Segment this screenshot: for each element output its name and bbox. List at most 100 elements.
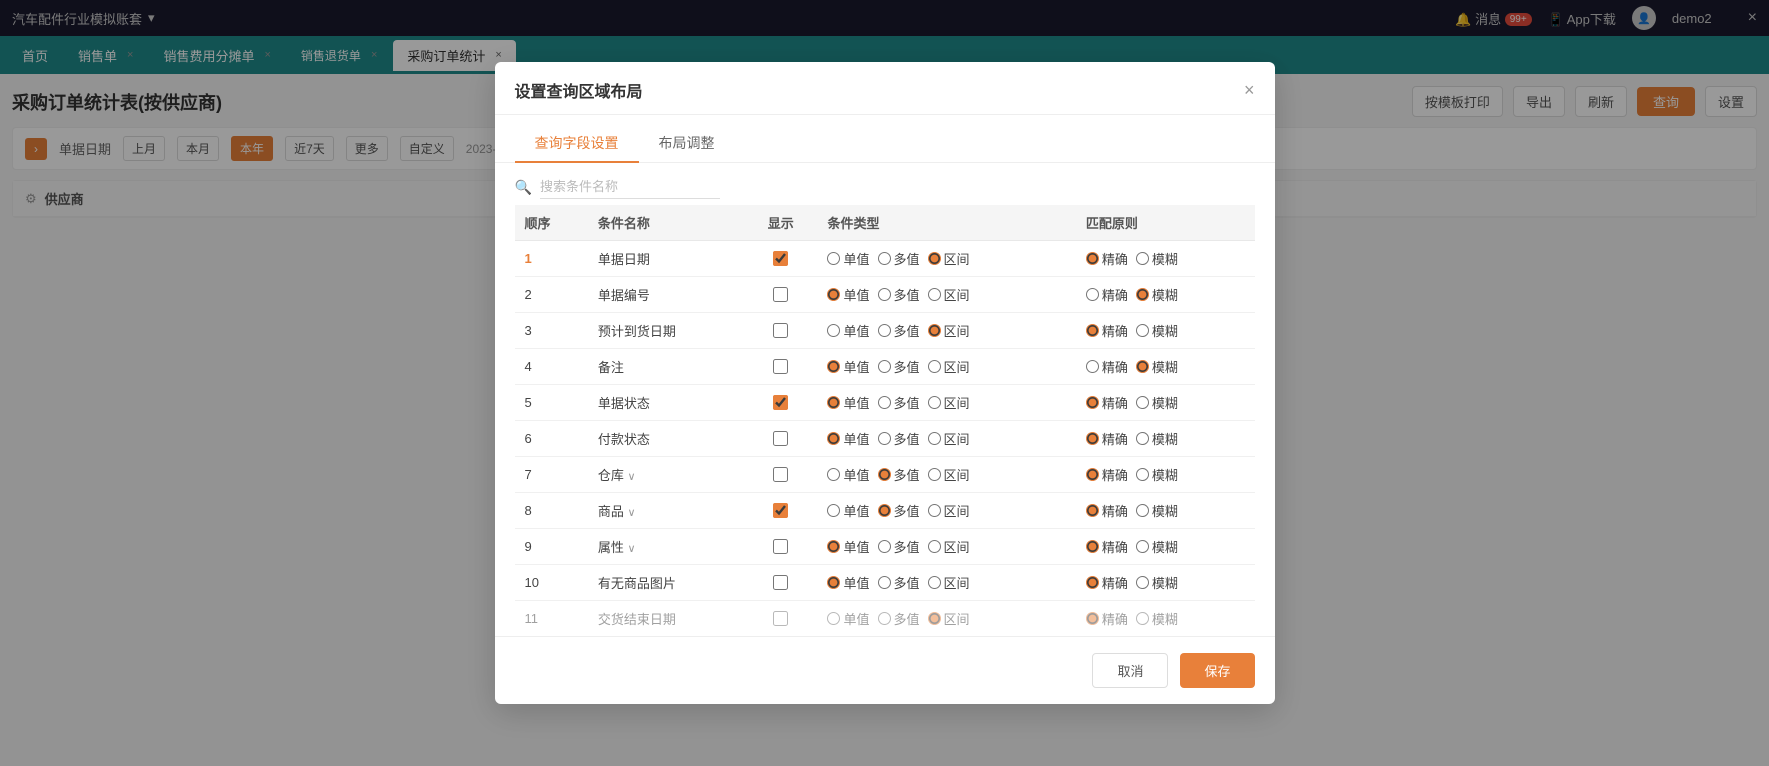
match-exact-radio[interactable] xyxy=(1086,540,1099,553)
display-checkbox[interactable] xyxy=(773,359,788,374)
match-fuzzy-radio[interactable] xyxy=(1136,612,1149,625)
row-order: 2 xyxy=(515,277,588,313)
type-range-radio[interactable] xyxy=(928,324,941,337)
display-checkbox[interactable] xyxy=(773,575,788,590)
match-exact-radio[interactable] xyxy=(1086,612,1099,625)
search-condition-input[interactable] xyxy=(540,175,720,199)
dialog-tab-layout[interactable]: 布局调整 xyxy=(639,125,735,163)
row-condition-type: 单值多值区间 xyxy=(817,529,1075,565)
type-single-radio[interactable] xyxy=(827,252,840,265)
type-multi-radio[interactable] xyxy=(878,396,891,409)
type-range-radio[interactable] xyxy=(928,288,941,301)
row-condition-type: 单值多值区间 xyxy=(817,349,1075,385)
display-checkbox[interactable] xyxy=(773,251,788,266)
type-single-radio[interactable] xyxy=(827,468,840,481)
row-match-principle: 精确模糊 xyxy=(1076,529,1255,565)
match-fuzzy-radio[interactable] xyxy=(1136,504,1149,517)
match-exact-radio[interactable] xyxy=(1086,504,1099,517)
type-multi-radio[interactable] xyxy=(878,360,891,373)
match-exact-radio[interactable] xyxy=(1086,288,1099,301)
row-order: 3 xyxy=(515,313,588,349)
table-row: 3预计到货日期单值多值区间精确模糊 xyxy=(515,313,1255,349)
row-order: 11 xyxy=(515,601,588,637)
match-fuzzy-radio[interactable] xyxy=(1136,360,1149,373)
row-display-checkbox-cell xyxy=(744,493,817,529)
row-order: 6 xyxy=(515,421,588,457)
table-row: 6付款状态单值多值区间精确模糊 xyxy=(515,421,1255,457)
match-fuzzy-radio[interactable] xyxy=(1136,288,1149,301)
match-exact-radio[interactable] xyxy=(1086,360,1099,373)
table-row: 11交货结束日期单值多值区间精确模糊 xyxy=(515,601,1255,637)
row-condition-type: 单值多值区间 xyxy=(817,457,1075,493)
type-single-radio[interactable] xyxy=(827,612,840,625)
match-exact-radio[interactable] xyxy=(1086,468,1099,481)
display-checkbox[interactable] xyxy=(773,323,788,338)
type-range-radio[interactable] xyxy=(928,252,941,265)
row-display-checkbox-cell xyxy=(744,457,817,493)
row-display-checkbox-cell xyxy=(744,349,817,385)
row-match-principle: 精确模糊 xyxy=(1076,421,1255,457)
match-fuzzy-radio[interactable] xyxy=(1136,468,1149,481)
row-condition-type: 单值多值区间 xyxy=(817,601,1075,637)
display-checkbox[interactable] xyxy=(773,467,788,482)
type-multi-radio[interactable] xyxy=(878,432,891,445)
match-exact-radio[interactable] xyxy=(1086,252,1099,265)
match-fuzzy-radio[interactable] xyxy=(1136,540,1149,553)
type-single-radio[interactable] xyxy=(827,504,840,517)
type-multi-radio[interactable] xyxy=(878,612,891,625)
type-multi-radio[interactable] xyxy=(878,288,891,301)
type-range-radio[interactable] xyxy=(928,360,941,373)
row-display-checkbox-cell xyxy=(744,385,817,421)
row-condition-name: 仓库 ∨ xyxy=(588,457,744,493)
type-multi-radio[interactable] xyxy=(878,576,891,589)
match-fuzzy-radio[interactable] xyxy=(1136,576,1149,589)
row-match-principle: 精确模糊 xyxy=(1076,565,1255,601)
match-fuzzy-radio[interactable] xyxy=(1136,324,1149,337)
modal-overlay: 设置查询区域布局 × 查询字段设置 布局调整 🔍 顺序 条件名称 显示 条件类型 xyxy=(0,0,1769,766)
type-range-radio[interactable] xyxy=(928,540,941,553)
dialog-tabs: 查询字段设置 布局调整 xyxy=(495,115,1275,163)
display-checkbox[interactable] xyxy=(773,539,788,554)
row-match-principle: 精确模糊 xyxy=(1076,349,1255,385)
type-single-radio[interactable] xyxy=(827,324,840,337)
type-multi-radio[interactable] xyxy=(878,468,891,481)
display-checkbox[interactable] xyxy=(773,287,788,302)
type-multi-radio[interactable] xyxy=(878,324,891,337)
dialog-close-btn[interactable]: × xyxy=(1244,80,1255,101)
display-checkbox[interactable] xyxy=(773,503,788,518)
type-single-radio[interactable] xyxy=(827,360,840,373)
display-checkbox[interactable] xyxy=(773,395,788,410)
match-exact-radio[interactable] xyxy=(1086,432,1099,445)
type-multi-radio[interactable] xyxy=(878,504,891,517)
table-row: 4备注单值多值区间精确模糊 xyxy=(515,349,1255,385)
type-range-radio[interactable] xyxy=(928,396,941,409)
type-range-radio[interactable] xyxy=(928,504,941,517)
type-single-radio[interactable] xyxy=(827,432,840,445)
type-single-radio[interactable] xyxy=(827,576,840,589)
match-exact-radio[interactable] xyxy=(1086,576,1099,589)
match-exact-radio[interactable] xyxy=(1086,324,1099,337)
row-display-checkbox-cell xyxy=(744,241,817,277)
type-range-radio[interactable] xyxy=(928,432,941,445)
display-checkbox[interactable] xyxy=(773,611,788,626)
type-multi-radio[interactable] xyxy=(878,540,891,553)
row-condition-name: 备注 xyxy=(588,349,744,385)
type-multi-radio[interactable] xyxy=(878,252,891,265)
dialog-tab-query-fields[interactable]: 查询字段设置 xyxy=(515,125,639,163)
type-single-radio[interactable] xyxy=(827,396,840,409)
row-order: 9 xyxy=(515,529,588,565)
match-exact-radio[interactable] xyxy=(1086,396,1099,409)
row-order: 1 xyxy=(515,241,588,277)
display-checkbox[interactable] xyxy=(773,431,788,446)
match-fuzzy-radio[interactable] xyxy=(1136,432,1149,445)
match-fuzzy-radio[interactable] xyxy=(1136,252,1149,265)
type-single-radio[interactable] xyxy=(827,288,840,301)
type-range-radio[interactable] xyxy=(928,612,941,625)
cancel-button[interactable]: 取消 xyxy=(1092,653,1168,688)
type-range-radio[interactable] xyxy=(928,468,941,481)
type-single-radio[interactable] xyxy=(827,540,840,553)
search-icon: 🔍 xyxy=(515,179,532,196)
type-range-radio[interactable] xyxy=(928,576,941,589)
match-fuzzy-radio[interactable] xyxy=(1136,396,1149,409)
save-button[interactable]: 保存 xyxy=(1180,653,1254,688)
